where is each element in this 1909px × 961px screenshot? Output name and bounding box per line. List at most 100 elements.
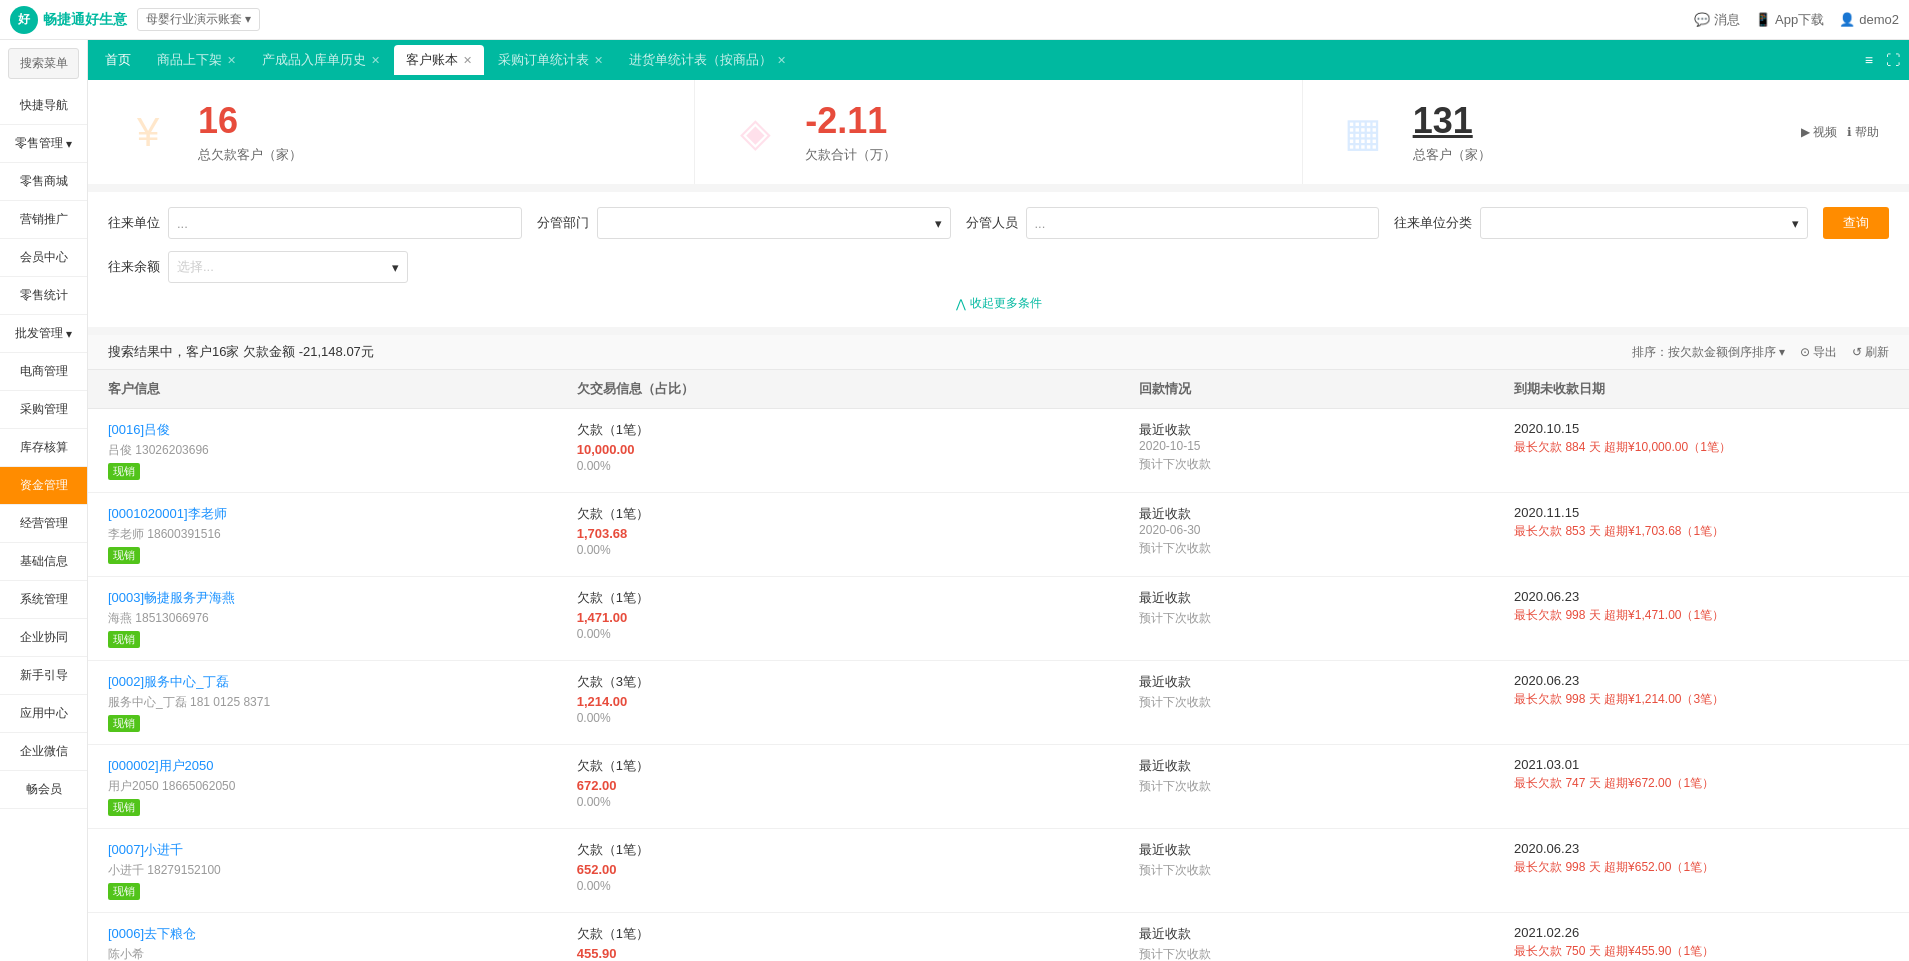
client-name-link-6[interactable]: [0007]小进千: [108, 842, 183, 857]
tab-purchase-stats[interactable]: 采购订单统计表 ✕: [486, 45, 615, 75]
client-tag-2: 现销: [108, 547, 140, 564]
sidebar-item-app-center[interactable]: 应用中心: [0, 695, 87, 733]
debt-info-3: 欠款（1笔） 1,471.00 0.00%: [577, 589, 1139, 641]
sidebar-item-label: 零售管理: [15, 135, 63, 152]
sidebar-item-marketing[interactable]: 营销推广: [0, 201, 87, 239]
client-name-link-1[interactable]: [0016]吕俊: [108, 422, 170, 437]
user-avatar[interactable]: 👤 demo2: [1839, 12, 1899, 27]
tab-inbound-stats[interactable]: 进货单统计表（按商品） ✕: [617, 45, 798, 75]
sort-button[interactable]: 排序：按欠款金额倒序排序 ▾: [1632, 344, 1785, 361]
sidebar-item-wechat[interactable]: 企业微信: [0, 733, 87, 771]
category-select[interactable]: ▾: [1480, 207, 1808, 239]
download-icon: 📱: [1755, 12, 1771, 27]
overdue-link-2[interactable]: 超期¥1,703.68（1笔）: [1604, 524, 1724, 538]
client-info-2: [0001020001]李老师 李老师 18600391516 现销: [108, 505, 577, 564]
tab-fullscreen-btn[interactable]: ⛶: [1882, 48, 1904, 72]
overdue-link-5[interactable]: 超期¥672.00（1笔）: [1604, 776, 1714, 790]
tab-close-icon[interactable]: ✕: [777, 54, 786, 67]
overdue-link-7[interactable]: 超期¥455.90（1笔）: [1604, 944, 1714, 958]
client-name-link-5[interactable]: [000002]用户2050: [108, 758, 214, 773]
tab-home-label: 首页: [105, 51, 131, 69]
tab-close-icon[interactable]: ✕: [594, 54, 603, 67]
refresh-button[interactable]: ↺ 刷新: [1852, 344, 1889, 361]
company-selector[interactable]: 母婴行业演示账套 ▾: [137, 8, 260, 31]
date-info-4: 2020.06.23 最长欠款 998 天 超期¥1,214.00（3笔）: [1514, 673, 1889, 708]
balance-select[interactable]: 选择... ▾: [168, 251, 408, 283]
tab-bar: 首页 商品上下架 ✕ 产成品入库单历史 ✕ 客户账本 ✕ 采购订单统计表 ✕: [88, 40, 1909, 80]
date-info-6: 2020.06.23 最长欠款 998 天 超期¥652.00（1笔）: [1514, 841, 1889, 876]
sidebar-item-retail-mgmt[interactable]: 零售管理 ▾: [0, 125, 87, 163]
sidebar-item-member[interactable]: 会员中心: [0, 239, 87, 277]
sidebar-item-quick-nav[interactable]: 快捷导航: [0, 87, 87, 125]
dept-select[interactable]: ▾: [597, 207, 951, 239]
sidebar-item-capital[interactable]: 资金管理: [0, 467, 87, 505]
date-info-5: 2021.03.01 最长欠款 747 天 超期¥672.00（1笔）: [1514, 757, 1889, 792]
result-bar: 搜索结果中，客户16家 欠款金额 -21,148.07元 排序：按欠款金额倒序排…: [88, 335, 1909, 370]
sidebar-item-member-vip[interactable]: 畅会员: [0, 771, 87, 809]
sidebar-item-operation[interactable]: 经营管理: [0, 505, 87, 543]
client-name-link-3[interactable]: [0003]畅捷服务尹海燕: [108, 590, 235, 605]
filter-dept: 分管部门 ▾: [537, 207, 951, 239]
client-name-link-7[interactable]: [0006]去下粮仓: [108, 926, 196, 941]
tab-product-history[interactable]: 产成品入库单历史 ✕: [250, 45, 392, 75]
search-button[interactable]: 查询: [1823, 207, 1889, 239]
filter-section: 往来单位 ... 分管部门 ▾: [88, 192, 1909, 327]
overdue-customers-number: 16: [198, 100, 302, 142]
sidebar-item-retail-store[interactable]: 零售商城: [0, 163, 87, 201]
sidebar-item-basic[interactable]: 基础信息: [0, 543, 87, 581]
tab-product-list[interactable]: 商品上下架 ✕: [145, 45, 248, 75]
person-placeholder: ...: [1035, 216, 1046, 231]
collapse-icon: ⋀: [956, 297, 966, 311]
supplier-input[interactable]: ...: [168, 207, 522, 239]
search-menu-btn[interactable]: 搜索菜单: [8, 48, 79, 79]
overdue-link-3[interactable]: 超期¥1,471.00（1笔）: [1604, 608, 1724, 622]
sidebar-item-purchase[interactable]: 采购管理: [0, 391, 87, 429]
logo-icon: 好: [10, 6, 38, 34]
client-tag-3: 现销: [108, 631, 140, 648]
tab-home[interactable]: 首页: [93, 45, 143, 75]
collapse-row[interactable]: ⋀ 收起更多条件: [108, 295, 1889, 312]
person-input[interactable]: ...: [1026, 207, 1380, 239]
table-row: [0001020001]李老师 李老师 18600391516 现销 欠款（1笔…: [88, 493, 1909, 577]
sidebar-item-enterprise[interactable]: 企业协同: [0, 619, 87, 657]
balance-placeholder: 选择...: [177, 258, 214, 276]
sidebar-item-newbie[interactable]: 新手引导: [0, 657, 87, 695]
table-row: [0016]吕俊 吕俊 13026203696 现销 欠款（1笔） 10,000…: [88, 409, 1909, 493]
tab-customer-account-label: 客户账本: [406, 51, 458, 69]
sidebar-item-system[interactable]: 系统管理: [0, 581, 87, 619]
client-name-link-4[interactable]: [0002]服务中心_丁磊: [108, 674, 229, 689]
sidebar-item-retail-stats[interactable]: 零售统计: [0, 277, 87, 315]
result-info: 搜索结果中，客户16家 欠款金额 -21,148.07元: [108, 343, 374, 361]
client-info-1: [0016]吕俊 吕俊 13026203696 现销: [108, 421, 577, 480]
tab-close-icon[interactable]: ✕: [371, 54, 380, 67]
client-info-4: [0002]服务中心_丁磊 服务中心_丁磊 181 0125 8371 现销: [108, 673, 577, 732]
client-name-link-2[interactable]: [0001020001]李老师: [108, 506, 227, 521]
help-btn[interactable]: ℹ 帮助: [1847, 124, 1879, 141]
header-client: 客户信息: [108, 380, 577, 398]
chevron-down-icon: ▾: [1779, 345, 1785, 359]
debt-info-5: 欠款（1笔） 672.00 0.00%: [577, 757, 1139, 809]
client-info-3: [0003]畅捷服务尹海燕 海燕 18513066976 现销: [108, 589, 577, 648]
stat-card-overdue-customers: ¥ 16 总欠款客户（家）: [88, 80, 695, 184]
overdue-link-1[interactable]: 超期¥10,000.00（1笔）: [1604, 440, 1731, 454]
tab-close-icon[interactable]: ✕: [227, 54, 236, 67]
sidebar-item-ecommerce[interactable]: 电商管理: [0, 353, 87, 391]
tab-customer-account[interactable]: 客户账本 ✕: [394, 45, 484, 75]
return-info-1: 最近收款 2020-10-15 预计下次收款: [1139, 421, 1514, 473]
overdue-link-4[interactable]: 超期¥1,214.00（3笔）: [1604, 692, 1724, 706]
message-btn[interactable]: 💬 消息: [1694, 11, 1740, 29]
export-button[interactable]: ⊙ 导出: [1800, 344, 1837, 361]
table-row: [0006]去下粮仓 陈小希 现销 欠款（1笔） 455.90 0.00% 最近…: [88, 913, 1909, 961]
tab-close-icon[interactable]: ✕: [463, 54, 472, 67]
video-btn[interactable]: ▶ 视频: [1801, 124, 1837, 141]
tab-menu-btn[interactable]: ≡: [1861, 48, 1877, 72]
sort-label: 排序：按欠款金额倒序排序: [1632, 344, 1776, 361]
sidebar-search[interactable]: 搜索菜单: [0, 40, 87, 87]
sidebar-item-batch-mgmt[interactable]: 批发管理 ▾: [0, 315, 87, 353]
overdue-link-6[interactable]: 超期¥652.00（1笔）: [1604, 860, 1714, 874]
sidebar-item-inventory[interactable]: 库存核算: [0, 429, 87, 467]
return-info-3: 最近收款 预计下次收款: [1139, 589, 1514, 627]
app-download-btn[interactable]: 📱 App下载: [1755, 11, 1824, 29]
return-info-6: 最近收款 预计下次收款: [1139, 841, 1514, 879]
header-date: 到期未收款日期: [1514, 380, 1889, 398]
